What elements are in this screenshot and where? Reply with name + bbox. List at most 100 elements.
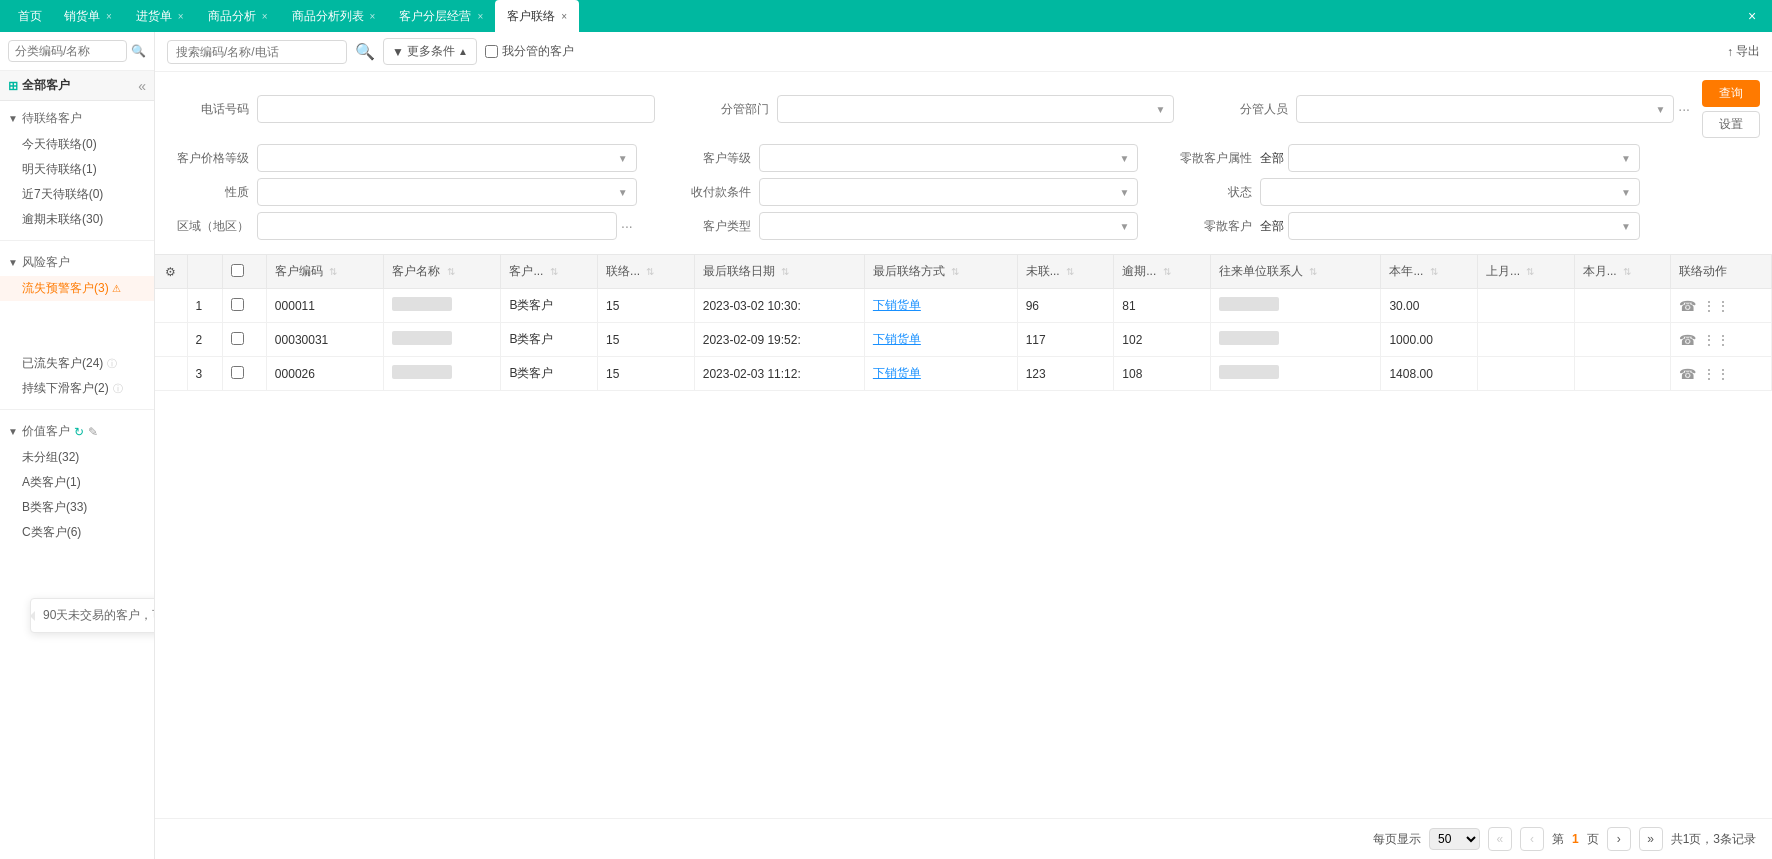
sidebar-item-unsorted[interactable]: 未分组(32) (0, 445, 154, 470)
valued-section-label: 价值客户 (22, 423, 70, 440)
last-month-column-header[interactable]: 上月... ⇅ (1478, 255, 1575, 289)
row-checkbox[interactable] (222, 323, 266, 357)
valued-refresh-icon[interactable]: ↻ (74, 425, 84, 439)
more-conditions-button[interactable]: ▼ 更多条件 ▲ (383, 38, 477, 65)
search-button[interactable]: 🔍 (355, 42, 375, 61)
sidebar-item-churn-warning[interactable]: 流失预警客户(3) ⚠ (0, 276, 154, 301)
per-page-select[interactable]: 50 20 100 (1429, 828, 1480, 850)
last-contact-way-column-header[interactable]: 最后联络方式 ⇅ (864, 255, 1017, 289)
this-year-column-label: 本年... (1389, 264, 1423, 278)
row-select-checkbox[interactable] (231, 332, 244, 345)
code-column-header[interactable]: 客户编码 ⇅ (266, 255, 383, 289)
contact-column-header[interactable]: 联络... ⇅ (598, 255, 695, 289)
action-more-icon[interactable]: ⋮⋮ (1702, 366, 1730, 382)
tab-purchase-close[interactable]: × (178, 11, 184, 22)
row-last-contact-way[interactable]: 下销货单 (864, 357, 1017, 391)
sidebar-item-classC[interactable]: C类客户(6) (0, 520, 154, 545)
action-contact-icon[interactable]: ☎ (1679, 298, 1696, 314)
person-select[interactable]: ▼ (1296, 95, 1674, 123)
first-page-button[interactable]: « (1488, 827, 1512, 851)
my-customers-checkbox[interactable] (485, 45, 498, 58)
tab-goods-analysis-list-label: 商品分析列表 (292, 8, 364, 25)
gear-icon[interactable]: ⚙ (165, 265, 176, 279)
tab-purchase[interactable]: 进货单 × (124, 0, 196, 32)
tab-goods-analysis-list[interactable]: 商品分析列表 × (280, 0, 388, 32)
tab-customer-contact[interactable]: 客户联络 × (495, 0, 579, 32)
search-input[interactable] (167, 40, 347, 64)
sidebar-section-pending-title[interactable]: ▼ 待联络客户 (0, 105, 154, 132)
sidebar-item-tomorrow[interactable]: 明天待联络(1) (0, 157, 154, 182)
dept-select[interactable]: ▼ (777, 95, 1175, 123)
sidebar-item-holding-down[interactable]: 持续下滑客户(2) ⓘ (0, 376, 154, 401)
status-select[interactable]: ▼ (1260, 178, 1640, 206)
row-checkbox[interactable] (222, 289, 266, 323)
tab-goods-analysis-close[interactable]: × (262, 11, 268, 22)
export-button[interactable]: ↑ 导出 (1727, 43, 1760, 60)
prev-page-button[interactable]: ‹ (1520, 827, 1544, 851)
row-select-checkbox[interactable] (231, 298, 244, 311)
settings-button[interactable]: 设置 (1702, 111, 1760, 138)
next-page-button[interactable]: › (1607, 827, 1631, 851)
customer-type-select[interactable]: ▼ (759, 212, 1139, 240)
scatter-select[interactable]: ▼ (1288, 212, 1640, 240)
sidebar-item-classB[interactable]: B类客户(33) (0, 495, 154, 520)
payment-select[interactable]: ▼ (759, 178, 1139, 206)
tab-home[interactable]: 首页 (8, 0, 52, 32)
action-more-icon[interactable]: ⋮⋮ (1702, 298, 1730, 314)
sidebar-search-icon[interactable]: 🔍 (131, 44, 146, 58)
gear-column-header[interactable]: ⚙ (155, 255, 187, 289)
tab-customer-contact-close[interactable]: × (561, 11, 567, 22)
contact-way-link[interactable]: 下销货单 (873, 298, 921, 312)
this-month-sort-icon: ⇅ (1623, 266, 1631, 277)
prev-contact-column-header[interactable]: 往来单位联系人 ⇅ (1210, 255, 1381, 289)
overdue-column-header[interactable]: 逾期... ⇅ (1114, 255, 1211, 289)
action-contact-icon[interactable]: ☎ (1679, 366, 1696, 382)
sidebar-item-classA[interactable]: A类客户(1) (0, 470, 154, 495)
customer-tier-select[interactable]: ▼ (759, 144, 1139, 172)
sidebar-item-overdue[interactable]: 逾期未联络(30) (0, 207, 154, 232)
sidebar-item-churned[interactable]: 已流失客户(24) ⓘ (0, 351, 154, 376)
action-more-icon[interactable]: ⋮⋮ (1702, 332, 1730, 348)
row-checkbox[interactable] (222, 357, 266, 391)
this-month-column-header[interactable]: 本月... ⇅ (1574, 255, 1671, 289)
sidebar-section-valued-title[interactable]: ▼ 价值客户 ↻ ✎ (0, 418, 154, 445)
this-year-column-header[interactable]: 本年... ⇅ (1381, 255, 1478, 289)
sidebar-item-today[interactable]: 今天待联络(0) (0, 132, 154, 157)
contact-way-link[interactable]: 下销货单 (873, 366, 921, 380)
contact-way-link[interactable]: 下销货单 (873, 332, 921, 346)
all-customers-item[interactable]: ⊞ 全部客户 (8, 77, 70, 94)
valued-edit-icon[interactable]: ✎ (88, 425, 98, 439)
sidebar-search-input[interactable] (8, 40, 127, 62)
tab-sales[interactable]: 销货单 × (52, 0, 124, 32)
scatter-attr-select[interactable]: ▼ (1288, 144, 1640, 172)
name-sort-icon: ⇅ (447, 266, 455, 277)
region-label: 区域（地区） (167, 218, 257, 235)
select-all-checkbox[interactable] (231, 264, 244, 277)
row-select-checkbox[interactable] (231, 366, 244, 379)
tab-customer-tier-close[interactable]: × (477, 11, 483, 22)
region-select[interactable] (257, 212, 617, 240)
tab-goods-analysis-list-close[interactable]: × (370, 11, 376, 22)
sidebar-collapse-button[interactable]: « (138, 78, 146, 94)
name-column-header[interactable]: 客户名称 ⇅ (384, 255, 501, 289)
nature-select[interactable]: ▼ (257, 178, 637, 206)
person-dots[interactable]: ··· (1674, 101, 1694, 117)
sidebar-section-risk-title[interactable]: ▼ 风险客户 (0, 249, 154, 276)
tab-goods-analysis[interactable]: 商品分析 × (196, 0, 280, 32)
row-last-contact-way[interactable]: 下销货单 (864, 323, 1017, 357)
type-column-header[interactable]: 客户... ⇅ (501, 255, 598, 289)
not-contacted-column-header[interactable]: 未联... ⇅ (1017, 255, 1114, 289)
tab-sales-close[interactable]: × (106, 11, 112, 22)
sidebar-item-week[interactable]: 近7天待联络(0) (0, 182, 154, 207)
tab-customer-tier[interactable]: 客户分层经营 × (387, 0, 495, 32)
region-dots[interactable]: ··· (617, 218, 637, 234)
price-tier-select[interactable]: ▼ (257, 144, 637, 172)
query-button[interactable]: 查询 (1702, 80, 1760, 107)
phone-input[interactable] (257, 95, 655, 123)
row-last-contact-way[interactable]: 下销货单 (864, 289, 1017, 323)
last-page-button[interactable]: » (1639, 827, 1663, 851)
last-contact-date-column-header[interactable]: 最后联络日期 ⇅ (694, 255, 864, 289)
close-all-button[interactable]: × (1740, 4, 1764, 28)
action-contact-icon[interactable]: ☎ (1679, 332, 1696, 348)
checkbox-column-header[interactable] (222, 255, 266, 289)
